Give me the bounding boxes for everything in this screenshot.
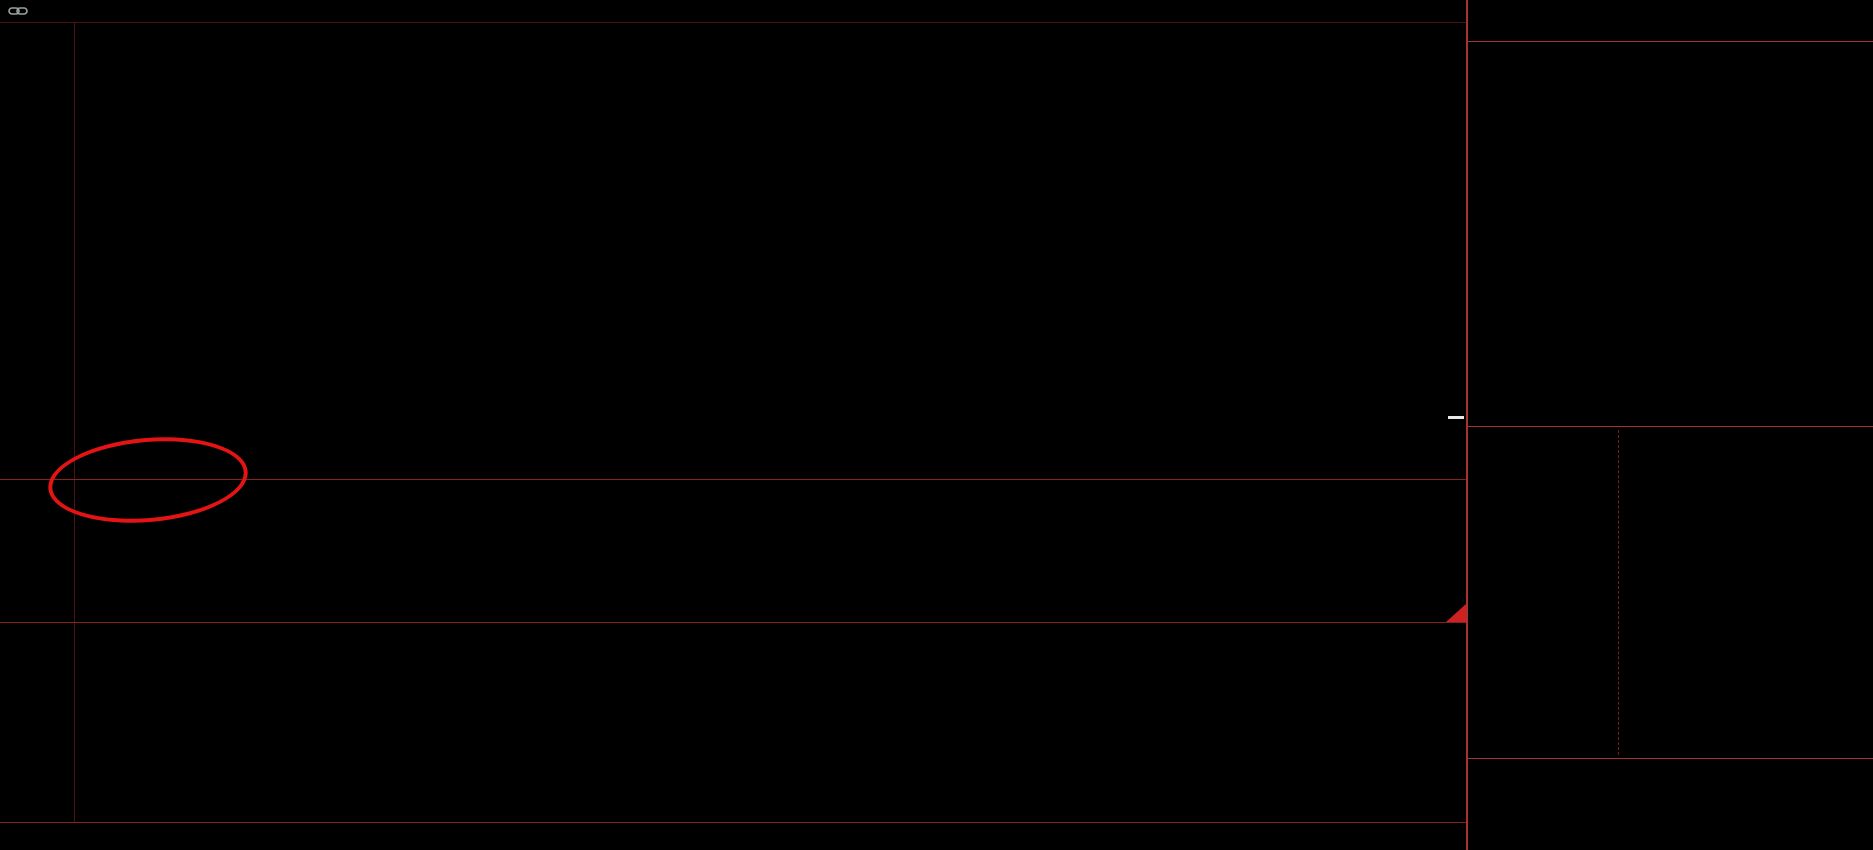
price-axis-line [74, 22, 75, 822]
x-axis-line [0, 822, 1466, 823]
chain-link-icon [8, 4, 28, 18]
panel-divider-2 [0, 622, 1466, 623]
divider [1468, 426, 1873, 427]
kd-indicator-header [84, 626, 178, 643]
panel-divider-1 [0, 479, 1466, 480]
stats-column-divider [1618, 430, 1619, 755]
detail-tabs [1478, 810, 1758, 844]
top-bar [0, 0, 1474, 23]
divider [1468, 758, 1873, 759]
quote-panel [1466, 0, 1873, 850]
candlestick-chart[interactable] [76, 40, 1464, 478]
kd-chart[interactable] [76, 650, 1464, 820]
current-price-tick [1448, 416, 1464, 419]
quote-panel-header [1468, 0, 1873, 42]
tick-table-header [1468, 760, 1873, 784]
corner-flag [1446, 604, 1466, 622]
trading-app [0, 0, 1873, 850]
ccl-chart[interactable] [76, 498, 1464, 620]
